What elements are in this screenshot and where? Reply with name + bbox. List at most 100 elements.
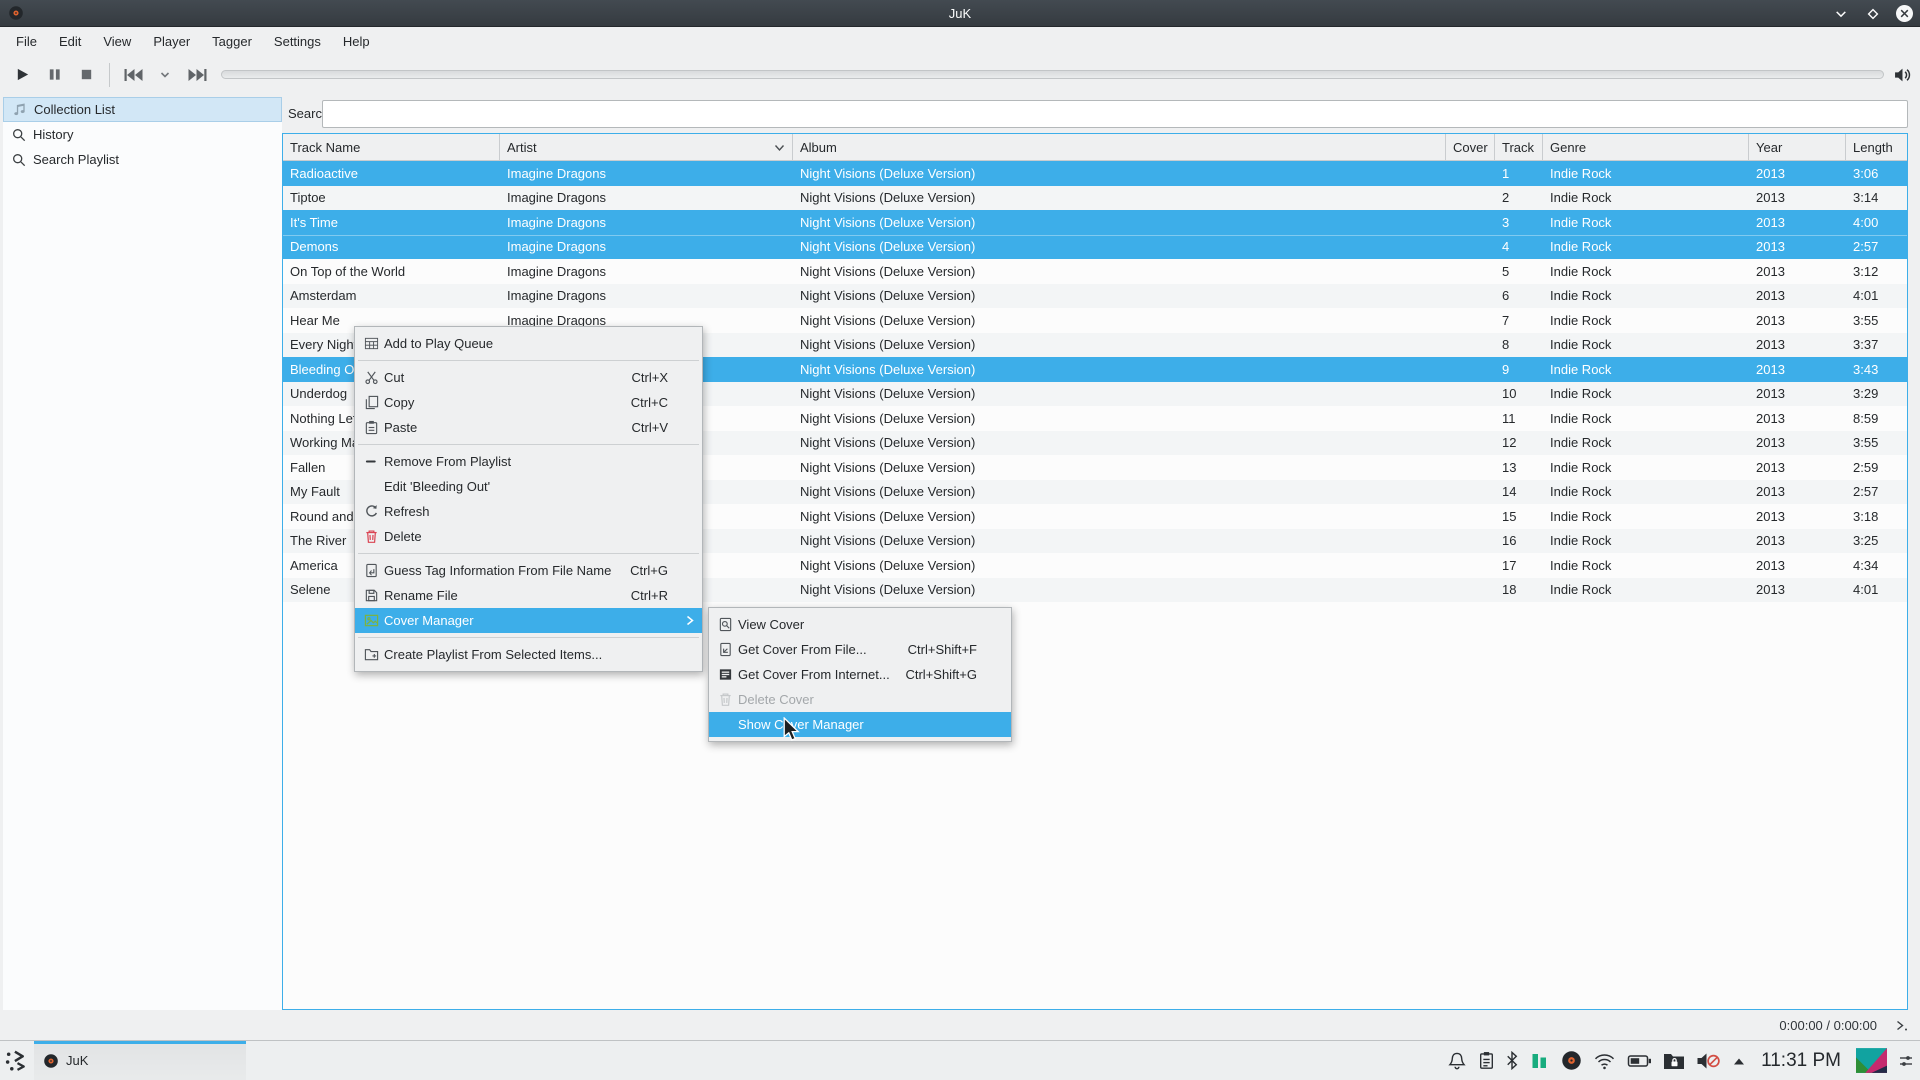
cell-cover: [1446, 284, 1495, 309]
menu-separator: [358, 360, 699, 361]
menubar-item-view[interactable]: View: [92, 30, 142, 53]
virtual-desktop-pager-icon[interactable]: [1856, 1048, 1887, 1073]
app-launcher-icon[interactable]: [0, 1041, 34, 1080]
context-menu-item-guess-tag-information-from-file-name[interactable]: Guess Tag Information From File Name Ctrl…: [355, 558, 702, 583]
menu-item-label: Get Cover From Internet...: [738, 667, 890, 682]
minimize-icon[interactable]: [1831, 4, 1850, 23]
column-header-track[interactable]: Track: [1495, 134, 1543, 160]
menu-item-label: Cut: [384, 370, 405, 385]
cover-from-internet-icon: [717, 667, 733, 683]
refresh-icon: [363, 504, 379, 520]
cover-from-file-icon: [717, 642, 733, 658]
column-header-year[interactable]: Year: [1749, 134, 1846, 160]
menubar-item-tagger[interactable]: Tagger: [201, 30, 263, 53]
volume-muted-icon[interactable]: [1696, 1051, 1721, 1071]
panel-settings-icon[interactable]: [1898, 1053, 1914, 1069]
sidebar-item-collection-list[interactable]: Collection List: [3, 97, 282, 122]
submenu-item-view-cover[interactable]: View Cover: [709, 612, 1011, 637]
cell-length: 3:25: [1853, 533, 1879, 549]
status-expander-icon[interactable]: [1895, 1020, 1908, 1031]
cell-length: 3:43: [1853, 361, 1879, 377]
cell-track: 11: [1502, 410, 1516, 426]
column-header-label: Track Name: [290, 139, 361, 155]
column-header-album[interactable]: Album: [793, 134, 1446, 160]
submenu-item-get-cover-from-internet[interactable]: Get Cover From Internet... Ctrl+Shift+G: [709, 662, 1011, 687]
column-header-cover[interactable]: Cover: [1446, 134, 1495, 160]
menubar-item-help[interactable]: Help: [332, 30, 381, 53]
sidebar-item-search-playlist[interactable]: Search Playlist: [3, 147, 282, 172]
vault-folder-icon[interactable]: [1663, 1052, 1685, 1070]
cell-year: 2013: [1756, 214, 1785, 230]
cover-manager-submenu: View Cover Get Cover From File... Ctrl+Shi…: [708, 607, 1012, 742]
sidebar-item-history[interactable]: History: [3, 122, 282, 147]
submenu-item-show-cover-manager[interactable]: Show Cover Manager: [709, 712, 1011, 737]
column-header-length[interactable]: Length: [1846, 134, 1907, 160]
juk-app-icon: [8, 5, 24, 21]
cell-year: 2013: [1756, 239, 1785, 255]
cell-cover: [1446, 553, 1495, 578]
column-header-artist[interactable]: Artist: [500, 134, 793, 160]
context-menu-item-refresh[interactable]: Refresh: [355, 499, 702, 524]
menubar-item-player[interactable]: Player: [142, 30, 201, 53]
clock[interactable]: 11:31 PM: [1761, 1050, 1841, 1072]
context-menu-item-paste[interactable]: Paste Ctrl+V: [355, 415, 702, 440]
juk-record-icon[interactable]: [1561, 1050, 1582, 1071]
taskbar-task-juk[interactable]: JuK: [34, 1041, 246, 1080]
notifications-bell-icon[interactable]: [1447, 1051, 1467, 1071]
maximize-icon[interactable]: [1863, 4, 1882, 23]
playlist-sidebar: Collection List History Search Playlist: [3, 97, 282, 1010]
previous-track-button[interactable]: [120, 62, 146, 88]
track-row[interactable]: Demons Imagine Dragons Night Visions (Delu…: [283, 234, 1907, 259]
context-menu-item-add-to-play-queue[interactable]: Add to Play Queue: [355, 331, 702, 356]
context-menu-item-edit-bleeding-out[interactable]: Edit 'Bleeding Out': [355, 474, 702, 499]
battery-icon[interactable]: [1627, 1054, 1652, 1068]
cell-length: 3:29: [1853, 386, 1879, 402]
context-menu-item-cover-manager[interactable]: Cover Manager: [355, 608, 702, 633]
search-input[interactable]: [322, 100, 1908, 128]
volume-icon[interactable]: [1894, 67, 1912, 83]
cell-album: Night Visions (Deluxe Version): [800, 288, 976, 304]
column-header-name[interactable]: Track Name: [283, 134, 500, 160]
track-row[interactable]: Amsterdam Imagine Dragons Night Visions (D…: [283, 283, 1907, 309]
cell-track: 7: [1502, 312, 1510, 328]
stop-button[interactable]: [73, 62, 99, 88]
submenu-item-get-cover-from-file[interactable]: Get Cover From File... Ctrl+Shift+F: [709, 637, 1011, 662]
cell-track: 3: [1502, 214, 1510, 230]
play-button[interactable]: [9, 62, 35, 88]
menubar-item-settings[interactable]: Settings: [263, 30, 332, 53]
cell-genre: Indie Rock: [1550, 435, 1612, 451]
pause-button[interactable]: [41, 62, 67, 88]
bluetooth-icon[interactable]: [1506, 1051, 1518, 1070]
cell-track: 13: [1502, 459, 1517, 475]
context-menu-item-remove-from-playlist[interactable]: Remove From Playlist: [355, 449, 702, 474]
next-track-button[interactable]: [184, 62, 210, 88]
cell-album: Night Visions (Deluxe Version): [800, 410, 976, 426]
cell-genre: Indie Rock: [1550, 459, 1612, 475]
track-row[interactable]: Tiptoe Imagine Dragons Night Visions (Delu…: [283, 185, 1907, 210]
tray-expander-icon[interactable]: [1732, 1056, 1746, 1066]
cell-year: 2013: [1756, 459, 1785, 475]
column-header-genre[interactable]: Genre: [1543, 134, 1749, 160]
context-menu-item-copy[interactable]: Copy Ctrl+C: [355, 390, 702, 415]
clipboard-icon[interactable]: [1478, 1051, 1495, 1070]
previous-options-button[interactable]: [152, 62, 178, 88]
menubar-item-edit[interactable]: Edit: [48, 30, 92, 53]
cell-genre: Indie Rock: [1550, 386, 1612, 402]
cell-length: 2:59: [1853, 459, 1879, 475]
cell-album: Night Visions (Deluxe Version): [800, 533, 976, 549]
track-row[interactable]: On Top of the World Imagine Dragons Night …: [283, 259, 1907, 284]
track-row[interactable]: Radioactive Imagine Dragons Night Visions …: [283, 161, 1907, 186]
context-menu-item-cut[interactable]: Cut Ctrl+X: [355, 365, 702, 390]
package-manager-icon[interactable]: [1529, 1051, 1550, 1071]
wifi-icon[interactable]: [1593, 1052, 1616, 1070]
context-menu-item-rename-file[interactable]: Rename File Ctrl+R: [355, 583, 702, 608]
cell-album: Night Visions (Deluxe Version): [800, 459, 976, 475]
music-note-icon: [12, 102, 27, 117]
close-icon[interactable]: [1895, 4, 1914, 23]
context-menu-item-delete[interactable]: Delete: [355, 524, 702, 549]
track-row[interactable]: It's Time Imagine Dragons Night Visions (D…: [283, 210, 1907, 235]
context-menu-item-create-playlist-from-selected-items[interactable]: Create Playlist From Selected Items...: [355, 642, 702, 667]
menubar-item-file[interactable]: File: [5, 30, 48, 53]
seek-slider[interactable]: [221, 70, 1884, 79]
magnifier-icon: [12, 153, 26, 167]
